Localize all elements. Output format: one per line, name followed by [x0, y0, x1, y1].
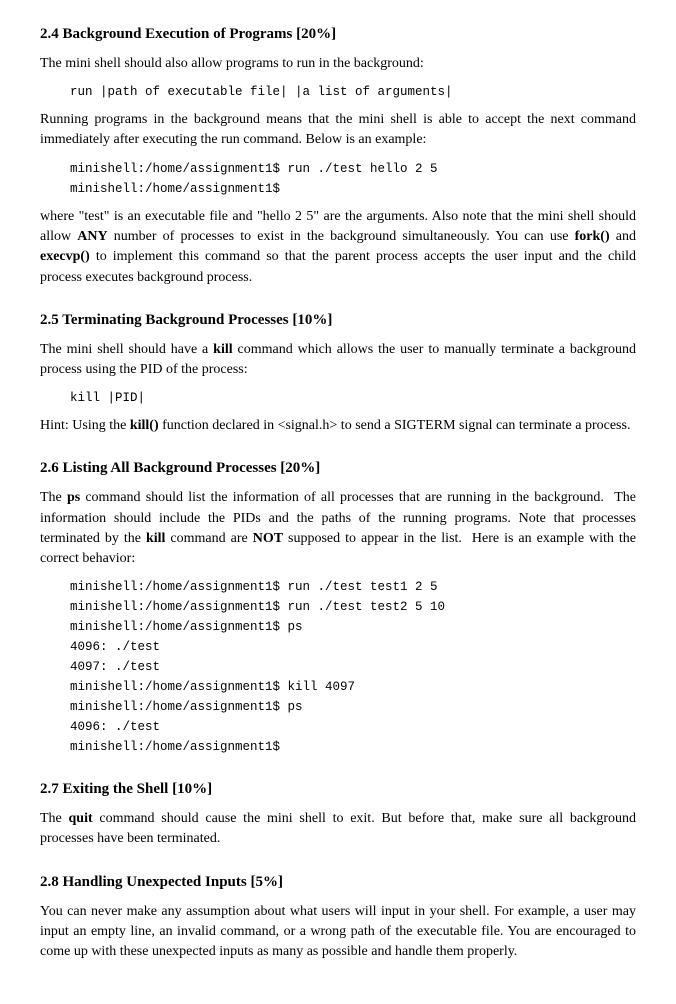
- section-2-4: 2.4 Background Execution of Programs [20…: [40, 24, 636, 288]
- section-2-5-para-1: The mini shell should have a kill comman…: [40, 340, 636, 381]
- code-block-ps-example: minishell:/home/assignment1$ run ./test …: [70, 577, 636, 757]
- section-heading-2-8: 2.8 Handling Unexpected Inputs [5%]: [40, 872, 636, 894]
- section-2-6: 2.6 Listing All Background Processes [20…: [40, 458, 636, 757]
- section-heading-2-5: 2.5 Terminating Background Processes [10…: [40, 310, 636, 332]
- section-2-4-para-1: The mini shell should also allow program…: [40, 54, 636, 74]
- code-block-run-example: minishell:/home/assignment1$ run ./test …: [70, 159, 636, 199]
- section-2-8: 2.8 Handling Unexpected Inputs [5%] You …: [40, 872, 636, 963]
- section-2-6-para-1: The ps command should list the informati…: [40, 488, 636, 569]
- code-block-kill-syntax: kill |PID|: [70, 388, 636, 408]
- section-2-5: 2.5 Terminating Background Processes [10…: [40, 310, 636, 437]
- code-block-run-syntax: run |path of executable file| |a list of…: [70, 82, 636, 102]
- section-2-7: 2.7 Exiting the Shell [10%] The quit com…: [40, 779, 636, 849]
- section-2-8-para-1: You can never make any assumption about …: [40, 902, 636, 963]
- section-2-4-para-2: Running programs in the background means…: [40, 110, 636, 151]
- section-2-4-para-3: where "test" is an executable file and "…: [40, 207, 636, 288]
- section-heading-2-6: 2.6 Listing All Background Processes [20…: [40, 458, 636, 480]
- section-heading-2-4: 2.4 Background Execution of Programs [20…: [40, 24, 636, 46]
- section-2-5-hint: Hint: Using the kill() function declared…: [40, 416, 636, 436]
- document-body: 2.4 Background Execution of Programs [20…: [40, 24, 636, 962]
- section-2-7-para-1: The quit command should cause the mini s…: [40, 809, 636, 850]
- section-heading-2-7: 2.7 Exiting the Shell [10%]: [40, 779, 636, 801]
